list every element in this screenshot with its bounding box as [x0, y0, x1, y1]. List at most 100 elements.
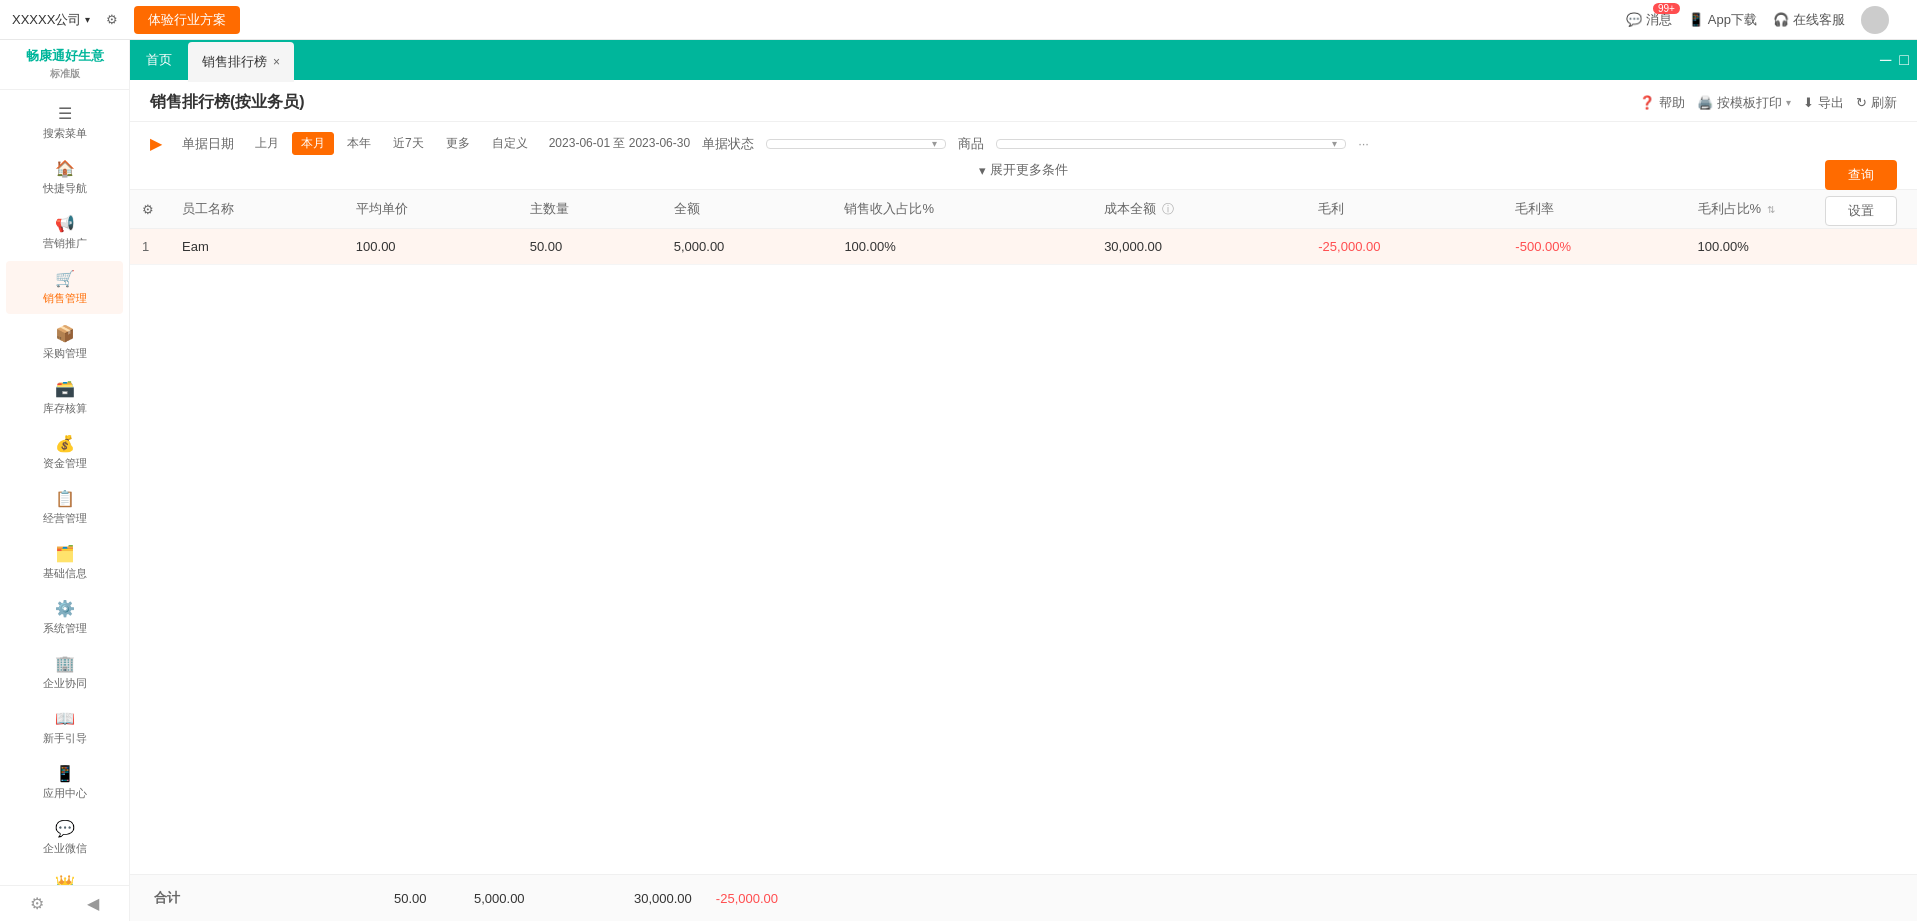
cell-quantity: 50.00	[518, 229, 662, 265]
sidebar-item-enterprise[interactable]: 🏢 企业协同	[6, 646, 123, 699]
template-print-label: 按模板打印	[1717, 94, 1782, 112]
sidebar-item-finance[interactable]: 💰 资金管理	[6, 426, 123, 479]
tab-sales-ranking-label: 销售排行榜	[202, 53, 267, 71]
company-name: XXXXX公司	[12, 11, 81, 29]
template-print-button[interactable]: 🖨️ 按模板打印 ▾	[1697, 94, 1791, 112]
table-footer: 合计 50.00 5,000.00 30,000.00 -25,000.00	[130, 874, 1917, 921]
status-filter-select[interactable]: ▾	[766, 139, 946, 149]
query-settings-panel: 查询 设置	[1825, 160, 1897, 226]
table-row: 1 Eam 100.00 50.00 5,000.00 100.00% 30,0…	[130, 229, 1917, 265]
export-label: 导出	[1818, 94, 1844, 112]
export-button[interactable]: ⬇ 导出	[1803, 94, 1844, 112]
col-settings[interactable]: ⚙	[130, 190, 170, 229]
print-icon: 🖨️	[1697, 95, 1713, 110]
page-title: 销售排行榜(按业务员)	[150, 92, 1639, 113]
date-btn-7days[interactable]: 近7天	[384, 132, 433, 155]
tab-maximize-button[interactable]: □	[1899, 51, 1909, 69]
sidebar-collapse-button[interactable]: ◀	[87, 894, 99, 913]
date-btn-this-year[interactable]: 本年	[338, 132, 380, 155]
sidebar-item-basic-info[interactable]: 🗂️ 基础信息	[6, 536, 123, 589]
table-area: ⚙ 员工名称 平均单价 主数量 全额 销售收入占比% 成本全额 ⓘ 毛利	[130, 190, 1917, 921]
tab-close-icon[interactable]: ×	[273, 55, 280, 69]
message-button[interactable]: 💬 消息 99+	[1626, 11, 1672, 29]
refresh-button[interactable]: ↻ 刷新	[1856, 94, 1897, 112]
sidebar-item-app-center[interactable]: 📱 应用中心	[6, 756, 123, 809]
sidebar-item-guide[interactable]: 📖 新手引导	[6, 701, 123, 754]
sidebar-settings-button[interactable]: ⚙	[30, 894, 44, 913]
page-actions: ❓ 帮助 🖨️ 按模板打印 ▾ ⬇ 导出 ↻ 刷新	[1639, 94, 1897, 112]
footer-cost-amount: 30,000.00	[622, 885, 704, 912]
profit-pct-sort-icon[interactable]: ⇅	[1767, 204, 1775, 215]
date-filter-label: 单据日期	[182, 135, 234, 153]
tab-minimize-button[interactable]: ─	[1880, 51, 1891, 69]
company-selector[interactable]: XXXXX公司 ▾	[12, 11, 90, 29]
expand-more-button[interactable]: ▾ 展开更多条件	[150, 161, 1897, 179]
col-name: 员工名称	[170, 190, 344, 229]
settings-button[interactable]: 设置	[1825, 196, 1897, 226]
trial-button[interactable]: 体验行业方案	[134, 6, 240, 34]
date-btn-last-month[interactable]: 上月	[246, 132, 288, 155]
table-container[interactable]: ⚙ 员工名称 平均单价 主数量 全额 销售收入占比% 成本全额 ⓘ 毛利	[130, 190, 1917, 874]
cell-amount: 5,000.00	[662, 229, 833, 265]
filter-more-options[interactable]: ···	[1358, 136, 1369, 151]
footer-spacer1	[222, 892, 302, 904]
goods-filter-label: 商品	[958, 135, 984, 153]
search-order-icon: ☰	[58, 104, 72, 123]
tab-sales-ranking[interactable]: 销售排行榜 ×	[188, 42, 294, 82]
sidebar-item-label: 快捷导航	[43, 181, 87, 196]
help-icon: ❓	[1639, 95, 1655, 110]
col-sales-pct: 销售收入占比%	[832, 190, 1092, 229]
app-center-icon: 📱	[55, 764, 75, 783]
date-filter: 上月 本月 本年 近7天 更多 自定义 2023-06-01 至 2023-06…	[246, 132, 690, 155]
sidebar-item-wechat[interactable]: 💬 企业微信	[6, 811, 123, 864]
sidebar-item-label: 新手引导	[43, 731, 87, 746]
purchase-icon: 📦	[55, 324, 75, 343]
date-btn-custom[interactable]: 自定义	[483, 132, 537, 155]
basic-info-icon: 🗂️	[55, 544, 75, 563]
message-icon: 💬	[1626, 12, 1642, 27]
cost-amount-info-icon[interactable]: ⓘ	[1162, 202, 1174, 216]
help-button[interactable]: ❓ 帮助	[1639, 94, 1685, 112]
online-service-button[interactable]: 🎧 在线客服	[1773, 11, 1845, 29]
goods-filter-select[interactable]: ▾	[996, 139, 1346, 149]
sidebar-item-label: 库存核算	[43, 401, 87, 416]
query-button[interactable]: 查询	[1825, 160, 1897, 190]
sidebar: 畅康通好生意 标准版 ☰ 搜索菜单 🏠 快捷导航 📢 营销推广 🛒 销售管理	[0, 40, 130, 921]
sidebar-item-purchase[interactable]: 📦 采购管理	[6, 316, 123, 369]
sidebar-item-label: 经营管理	[43, 511, 87, 526]
sidebar-item-search-order[interactable]: ☰ 搜索菜单	[6, 96, 123, 149]
gear-button[interactable]: ⚙	[98, 6, 126, 34]
date-btn-this-month[interactable]: 本月	[292, 132, 334, 155]
export-icon: ⬇	[1803, 95, 1814, 110]
sidebar-item-sales[interactable]: 🛒 销售管理	[6, 261, 123, 314]
expand-label: 展开更多条件	[990, 161, 1068, 179]
col-profit-rate: 毛利率	[1503, 190, 1685, 229]
sidebar-item-quick-nav[interactable]: 🏠 快捷导航	[6, 151, 123, 204]
sidebar-item-label: 搜索菜单	[43, 126, 87, 141]
app-download-button[interactable]: 📱 App下载	[1688, 11, 1757, 29]
col-amount: 全额	[662, 190, 833, 229]
sidebar-item-system[interactable]: ⚙️ 系统管理	[6, 591, 123, 644]
sidebar-item-inventory[interactable]: 🗃️ 库存核算	[6, 371, 123, 424]
filter-expand-icon[interactable]: ▶	[150, 134, 162, 153]
sidebar-item-label: 基础信息	[43, 566, 87, 581]
avatar[interactable]	[1861, 6, 1889, 34]
sidebar-item-label: 应用中心	[43, 786, 87, 801]
sidebar-item-operations[interactable]: 📋 经营管理	[6, 481, 123, 534]
content-area: 首页 销售排行榜 × ─ □ 销售排行榜(按业务员) ❓ 帮助	[130, 40, 1917, 921]
footer-label: 合计	[142, 883, 222, 913]
sidebar-item-label: 系统管理	[43, 621, 87, 636]
date-btn-more[interactable]: 更多	[437, 132, 479, 155]
inventory-icon: 🗃️	[55, 379, 75, 398]
sidebar-item-marketing[interactable]: 📢 营销推广	[6, 206, 123, 259]
wechat-icon: 💬	[55, 819, 75, 838]
col-profit: 毛利	[1306, 190, 1503, 229]
phone-icon: 📱	[1688, 12, 1704, 27]
refresh-icon: ↻	[1856, 95, 1867, 110]
goods-select-chevron: ▾	[1332, 138, 1337, 149]
tab-home[interactable]: 首页	[130, 40, 188, 80]
tab-bar: 首页 销售排行榜 × ─ □	[130, 40, 1917, 80]
footer-quantity: 50.00	[382, 885, 462, 912]
sidebar-item-member[interactable]: 👑 畅会员	[6, 866, 123, 885]
logo: 畅康通好生意 标准版	[26, 48, 104, 82]
